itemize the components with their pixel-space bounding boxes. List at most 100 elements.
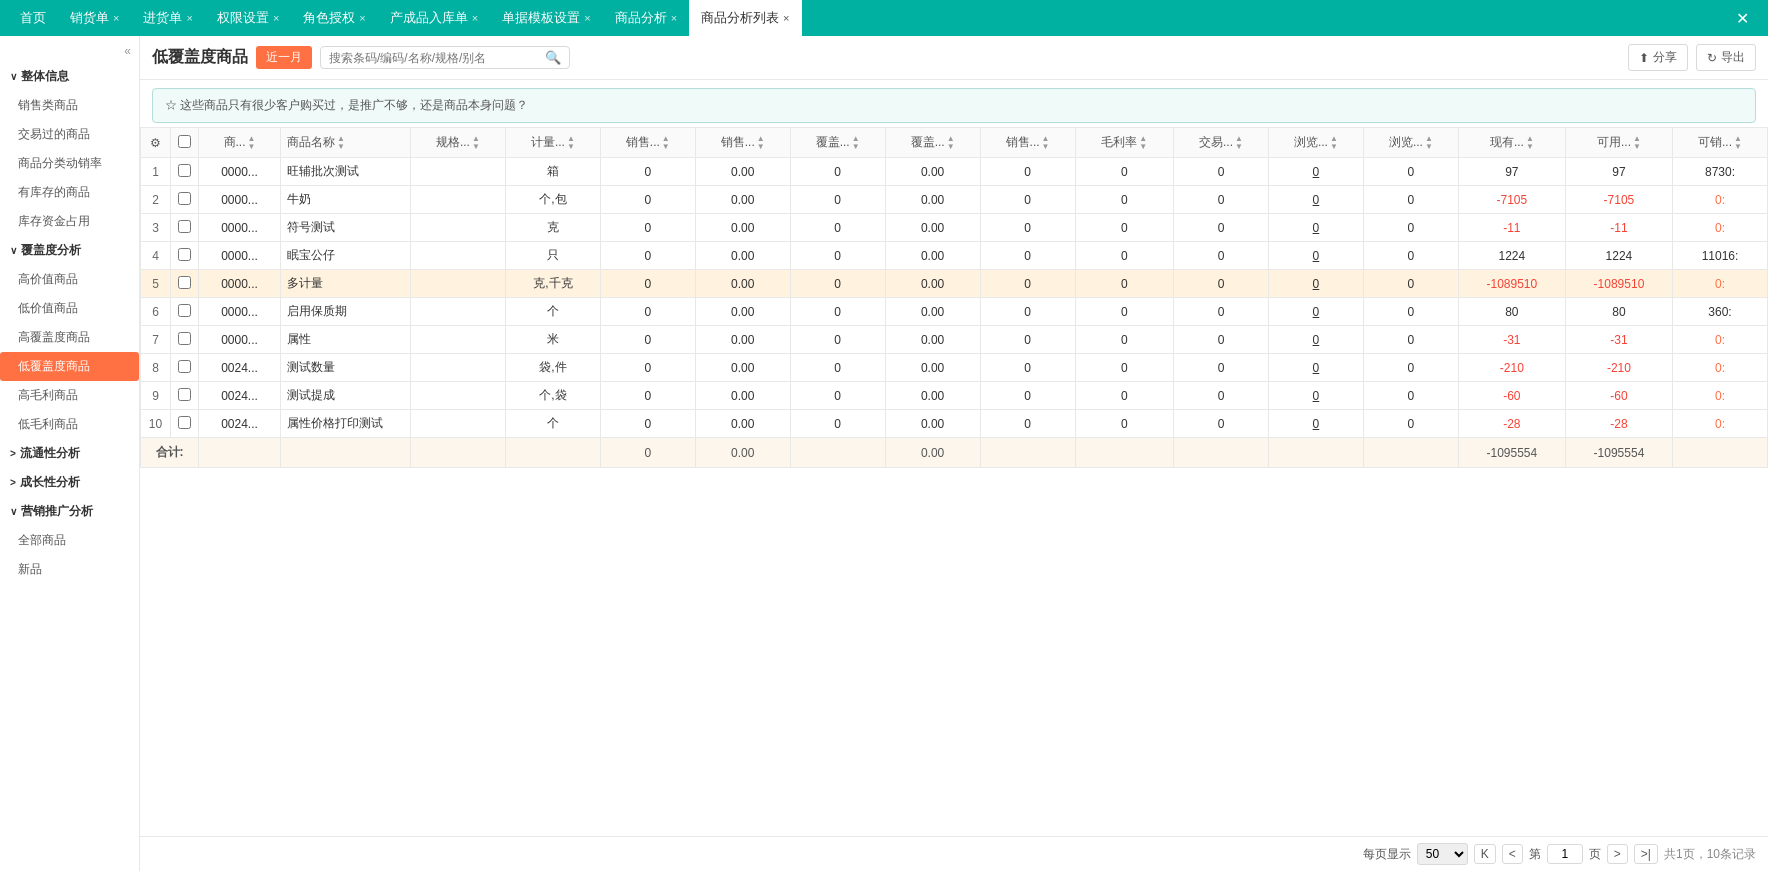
nav-product-analysis[interactable]: 商品分析 ×: [603, 0, 689, 36]
nav-purchase[interactable]: 进货单 ×: [131, 0, 204, 36]
row-checkbox-cell[interactable]: [171, 214, 199, 242]
sidebar-item-all-products[interactable]: 全部商品: [0, 526, 139, 555]
sidebar-item-low-value[interactable]: 低价值商品: [0, 294, 139, 323]
row-checkbox-cell[interactable]: [171, 242, 199, 270]
sidebar-group-overall[interactable]: ∨整体信息: [0, 62, 139, 91]
row-checkbox[interactable]: [178, 276, 191, 289]
first-page-button[interactable]: K: [1474, 844, 1496, 864]
th-sales-qty[interactable]: 销售...▲▼: [600, 128, 695, 158]
th-code[interactable]: 商...▲▼: [199, 128, 281, 158]
row-checkbox-cell[interactable]: [171, 326, 199, 354]
row-browse-count[interactable]: 0: [1268, 242, 1363, 270]
page-number-input[interactable]: [1547, 844, 1583, 864]
sidebar-collapse-button[interactable]: «: [0, 36, 139, 62]
row-checkbox[interactable]: [178, 164, 191, 177]
window-close-button[interactable]: ✕: [1724, 0, 1760, 36]
sidebar-item-in-stock[interactable]: 有库存的商品: [0, 178, 139, 207]
row-checkbox[interactable]: [178, 360, 191, 373]
row-checkbox[interactable]: [178, 304, 191, 317]
sidebar-group-flow[interactable]: >流通性分析: [0, 439, 139, 468]
row-checkbox-cell[interactable]: [171, 382, 199, 410]
nav-close-sales[interactable]: ×: [113, 12, 119, 24]
sidebar-item-capital-occupy[interactable]: 库存资金占用: [0, 207, 139, 236]
nav-close-purchase[interactable]: ×: [186, 12, 192, 24]
last-page-button[interactable]: >|: [1634, 844, 1658, 864]
th-settings[interactable]: ⚙: [141, 128, 171, 158]
row-browse-count[interactable]: 0: [1268, 354, 1363, 382]
row-name: 符号测试: [280, 214, 410, 242]
share-button[interactable]: ⬆ 分享: [1628, 44, 1688, 71]
row-checkbox-cell[interactable]: [171, 186, 199, 214]
row-checkbox-cell[interactable]: [171, 410, 199, 438]
sidebar-item-new-products[interactable]: 新品: [0, 555, 139, 584]
select-all-checkbox[interactable]: [178, 135, 191, 148]
row-browse-count[interactable]: 0: [1268, 382, 1363, 410]
row-checkbox[interactable]: [178, 248, 191, 261]
row-sales-amt: 0.00: [695, 270, 790, 298]
th-gross-margin[interactable]: 毛利率▲▼: [1075, 128, 1173, 158]
sidebar-item-low-profit[interactable]: 低毛利商品: [0, 410, 139, 439]
th-sales-days[interactable]: 销售...▲▼: [980, 128, 1075, 158]
row-browse-count[interactable]: 0: [1268, 298, 1363, 326]
th-browse-pct[interactable]: 浏览...▲▼: [1363, 128, 1458, 158]
nav-home[interactable]: 首页: [8, 0, 58, 36]
row-checkbox[interactable]: [178, 416, 191, 429]
th-coverage-count[interactable]: 覆盖...▲▼: [790, 128, 885, 158]
th-available[interactable]: 可用...▲▼: [1565, 128, 1672, 158]
th-coverage-rate[interactable]: 覆盖...▲▼: [885, 128, 980, 158]
th-spec[interactable]: 规格...▲▼: [410, 128, 505, 158]
row-checkbox-cell[interactable]: [171, 158, 199, 186]
row-checkbox[interactable]: [178, 192, 191, 205]
nav-close-product-analysis[interactable]: ×: [671, 12, 677, 24]
nav-close-product-entry[interactable]: ×: [472, 12, 478, 24]
row-browse-count[interactable]: 0: [1268, 410, 1363, 438]
nav-close-product-analysis-list[interactable]: ×: [783, 12, 789, 24]
sidebar-item-high-profit[interactable]: 高毛利商品: [0, 381, 139, 410]
th-unit[interactable]: 计量...▲▼: [505, 128, 600, 158]
row-checkbox-cell[interactable]: [171, 354, 199, 382]
prev-page-button[interactable]: <: [1502, 844, 1523, 864]
nav-product-entry[interactable]: 产成品入库单 ×: [378, 0, 490, 36]
th-stock-now[interactable]: 现有...▲▼: [1458, 128, 1565, 158]
sidebar-group-coverage[interactable]: ∨覆盖度分析: [0, 236, 139, 265]
sidebar-item-low-coverage[interactable]: 低覆盖度商品: [0, 352, 139, 381]
nav-permissions[interactable]: 权限设置 ×: [205, 0, 291, 36]
nav-close-role-auth[interactable]: ×: [359, 12, 365, 24]
nav-template[interactable]: 单据模板设置 ×: [490, 0, 602, 36]
sidebar-group-marketing[interactable]: ∨营销推广分析: [0, 497, 139, 526]
row-name: 旺辅批次测试: [280, 158, 410, 186]
nav-product-analysis-list[interactable]: 商品分析列表 ×: [689, 0, 801, 36]
th-sellable[interactable]: 可销...▲▼: [1673, 128, 1768, 158]
sidebar-item-high-value[interactable]: 高价值商品: [0, 265, 139, 294]
th-browse-count[interactable]: 浏览...▲▼: [1268, 128, 1363, 158]
nav-close-template[interactable]: ×: [584, 12, 590, 24]
row-checkbox[interactable]: [178, 220, 191, 233]
th-sales-amt[interactable]: 销售...▲▼: [695, 128, 790, 158]
next-page-button[interactable]: >: [1607, 844, 1628, 864]
th-trans-count[interactable]: 交易...▲▼: [1174, 128, 1269, 158]
row-sellable: 360:: [1673, 298, 1768, 326]
search-input[interactable]: [329, 51, 545, 65]
row-checkbox-cell[interactable]: [171, 298, 199, 326]
export-button[interactable]: ↻ 导出: [1696, 44, 1756, 71]
row-checkbox[interactable]: [178, 388, 191, 401]
sidebar-group-growth[interactable]: >成长性分析: [0, 468, 139, 497]
row-browse-count[interactable]: 0: [1268, 214, 1363, 242]
row-browse-count[interactable]: 0: [1268, 326, 1363, 354]
page-size-select[interactable]: 50 100 200: [1417, 843, 1468, 865]
nav-sales[interactable]: 销货单 ×: [58, 0, 131, 36]
row-checkbox[interactable]: [178, 332, 191, 345]
row-checkbox-cell[interactable]: [171, 270, 199, 298]
row-browse-count[interactable]: 0: [1268, 158, 1363, 186]
sidebar-item-high-coverage[interactable]: 高覆盖度商品: [0, 323, 139, 352]
th-check[interactable]: [171, 128, 199, 158]
nav-close-permissions[interactable]: ×: [273, 12, 279, 24]
sidebar-item-turnover-rate[interactable]: 商品分类动销率: [0, 149, 139, 178]
date-filter-button[interactable]: 近一月: [256, 46, 312, 69]
th-name[interactable]: 商品名称▲▼: [280, 128, 410, 158]
row-browse-count[interactable]: 0: [1268, 186, 1363, 214]
sidebar-item-sales-category[interactable]: 销售类商品: [0, 91, 139, 120]
sidebar-item-traded[interactable]: 交易过的商品: [0, 120, 139, 149]
row-browse-count[interactable]: 0: [1268, 270, 1363, 298]
nav-role-auth[interactable]: 角色授权 ×: [291, 0, 377, 36]
